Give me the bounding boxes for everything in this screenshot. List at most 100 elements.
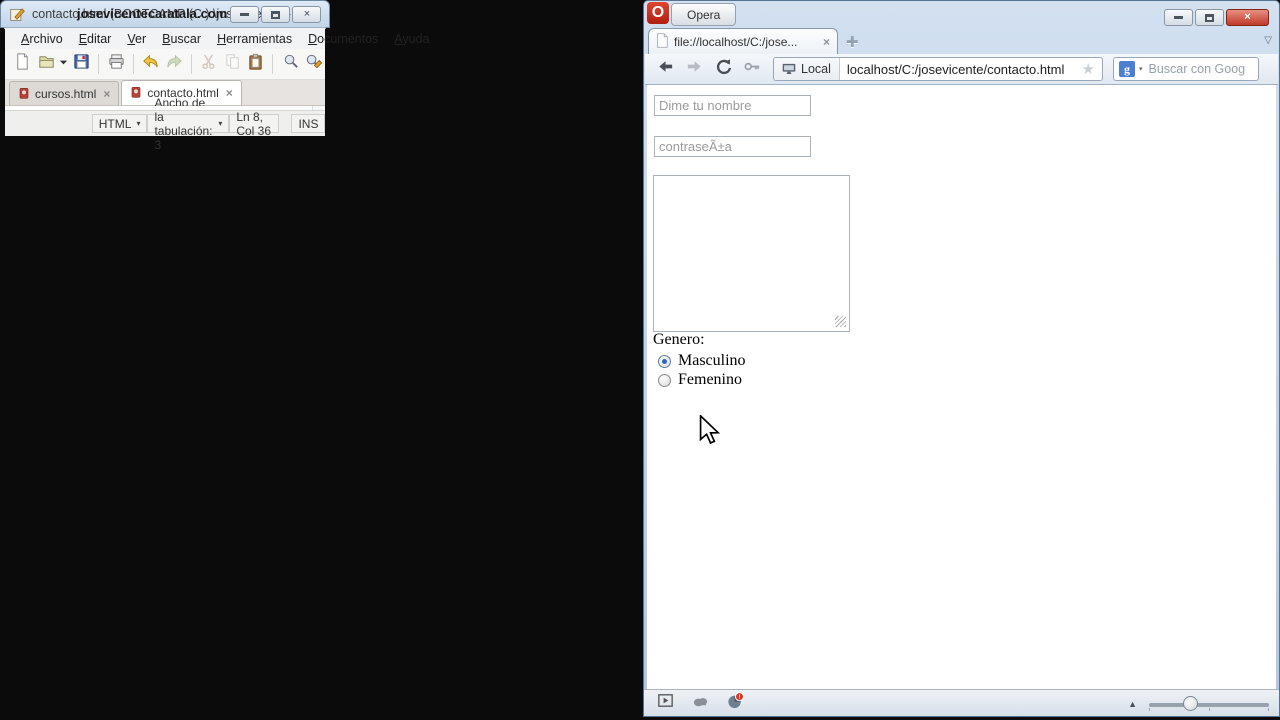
- maximize-icon: [1205, 13, 1214, 22]
- password-input[interactable]: [654, 136, 811, 157]
- svg-text:!: !: [738, 694, 740, 701]
- open-folder-icon: [37, 52, 56, 76]
- menu-item-herramientas[interactable]: Herramientas: [209, 30, 300, 48]
- browser-tab[interactable]: file://localhost/C:/jose... ×: [648, 28, 838, 54]
- menu-item-documentos[interactable]: Documentos: [300, 30, 386, 48]
- insert-mode-label: INS: [298, 116, 319, 131]
- find-button[interactable]: [278, 52, 302, 76]
- toolbar-separator: [98, 54, 100, 74]
- redo-icon: [165, 52, 184, 76]
- search-input[interactable]: [1146, 61, 1251, 77]
- gedit-maximize-button[interactable]: [261, 6, 291, 23]
- close-icon: ×: [303, 8, 311, 20]
- menu-item-archivo[interactable]: Archivo: [13, 30, 71, 48]
- fit-width-button[interactable]: ▲: [1128, 699, 1137, 709]
- paste-icon: [246, 52, 265, 76]
- cursor-position-label: Ln 8, Col 36: [236, 109, 272, 138]
- menu-item-ayuda[interactable]: Ayuda: [386, 30, 437, 48]
- copy-button[interactable]: [220, 52, 244, 76]
- find-replace-icon: [304, 52, 323, 76]
- menu-item-ver[interactable]: Ver: [119, 30, 154, 48]
- radio-button[interactable]: [658, 373, 671, 387]
- back-icon: [656, 57, 675, 81]
- menu-item-buscar[interactable]: Buscar: [154, 30, 209, 48]
- opera-maximize-button[interactable]: [1195, 9, 1224, 26]
- gedit-minimize-button[interactable]: [230, 6, 260, 23]
- page-icon: [656, 32, 668, 51]
- key-button[interactable]: [740, 57, 764, 81]
- opera-close-button[interactable]: ×: [1226, 9, 1269, 26]
- local-badge[interactable]: Local: [774, 58, 840, 80]
- print-button[interactable]: [104, 52, 128, 76]
- gedit-menubar: Archivo Editar Ver Buscar Herramientas Docume…: [5, 28, 430, 49]
- html-file-icon: [130, 86, 142, 100]
- minimize-icon: [240, 13, 250, 16]
- toolbar-separator: [132, 54, 134, 74]
- cut-button[interactable]: [197, 52, 221, 76]
- gedit-code-editor[interactable]: 1<form action="enviamail.php" method="PO…: [5, 106, 326, 110]
- google-icon: g: [1119, 61, 1135, 77]
- find-replace-button[interactable]: [302, 52, 326, 76]
- opera-menu-button[interactable]: Opera: [671, 3, 737, 26]
- language-selector[interactable]: HTML ▾: [91, 114, 148, 133]
- new-document-button[interactable]: [11, 52, 35, 76]
- save-icon: [72, 52, 91, 76]
- forward-button[interactable]: [682, 57, 706, 81]
- opera-tabbar: file://localhost/C:/jose... × ✚: [648, 27, 1255, 54]
- opera-minimize-button[interactable]: [1164, 9, 1193, 26]
- search-field[interactable]: g ▾: [1113, 57, 1259, 81]
- radio-button[interactable]: [658, 354, 671, 368]
- radio-option-masculino[interactable]: Masculino: [658, 352, 746, 370]
- tab-close-icon[interactable]: ×: [823, 35, 830, 49]
- zoom-slider-handle[interactable]: [1183, 695, 1198, 711]
- tab-close-icon[interactable]: ×: [103, 87, 110, 101]
- zoom-slider[interactable]: [1149, 695, 1269, 713]
- gedit-statusbar: HTML ▾ Ancho de la tabulación: 3 ▾ Ln 8,…: [5, 96, 326, 152]
- undo-button[interactable]: [139, 52, 163, 76]
- bookmark-star-icon[interactable]: ★: [1082, 60, 1102, 78]
- open-folder-button[interactable]: [35, 52, 59, 76]
- document-tab-cursos.html[interactable]: cursos.html ×: [9, 81, 120, 105]
- name-input[interactable]: [654, 95, 811, 116]
- paste-button[interactable]: [244, 52, 268, 76]
- print-icon: [107, 52, 126, 76]
- reload-button[interactable]: [711, 57, 735, 81]
- tab-width-selector[interactable]: Ancho de la tabulación: 3 ▾: [147, 96, 230, 152]
- toolbar-separator: [272, 54, 274, 74]
- open-dropdown-button[interactable]: [58, 52, 70, 76]
- gedit-scrollbar[interactable]: [312, 106, 326, 110]
- menu-item-editar[interactable]: Editar: [71, 30, 120, 48]
- turbo-button[interactable]: !: [724, 692, 746, 713]
- gedit-close-button[interactable]: ×: [292, 6, 322, 23]
- radio-option-femenino[interactable]: Femenino: [658, 371, 742, 389]
- zoom-slider-track[interactable]: [1149, 702, 1269, 707]
- redo-button[interactable]: [162, 52, 186, 76]
- opera-window: O Opera × file://localhost/C:/jose... × …: [643, 0, 1280, 717]
- address-field[interactable]: Local localhost/C:/josevicente/contacto.…: [773, 57, 1103, 81]
- panel-toggle-button[interactable]: [654, 693, 676, 713]
- maximize-icon: [271, 10, 281, 19]
- gedit-titlebar[interactable]: contacto.html (BOOTCAMP (C:) \josevicent…: [1, 1, 329, 27]
- back-button[interactable]: [653, 57, 677, 81]
- search-engine-dropdown-icon[interactable]: ▾: [1139, 65, 1143, 73]
- new-tab-button[interactable]: ✚: [846, 33, 859, 51]
- save-button[interactable]: [70, 52, 94, 76]
- tab-close-icon[interactable]: ×: [226, 86, 233, 100]
- textarea-resize-grip[interactable]: [835, 316, 846, 327]
- cut-icon: [199, 52, 218, 76]
- gedit-window: contacto.html (BOOTCAMP (C:) \josevicent…: [0, 0, 430, 152]
- local-badge-label: Local: [801, 62, 831, 76]
- language-label: HTML: [98, 116, 132, 131]
- desktop: { "icons": { "close": "×", "plus": "✚", …: [0, 0, 1280, 720]
- key-icon: [743, 57, 762, 81]
- tab-list-dropdown-icon[interactable]: ▽: [1264, 35, 1272, 46]
- cloud-button[interactable]: [689, 693, 711, 713]
- find-icon: [281, 52, 300, 76]
- toolbar-separator: [190, 54, 192, 74]
- monitor-icon: [782, 63, 796, 74]
- undo-icon: [141, 52, 160, 76]
- gedit-app-icon: [9, 6, 26, 23]
- forward-icon: [685, 57, 704, 81]
- message-textarea[interactable]: [653, 175, 850, 332]
- opera-logo-icon: O: [647, 2, 669, 24]
